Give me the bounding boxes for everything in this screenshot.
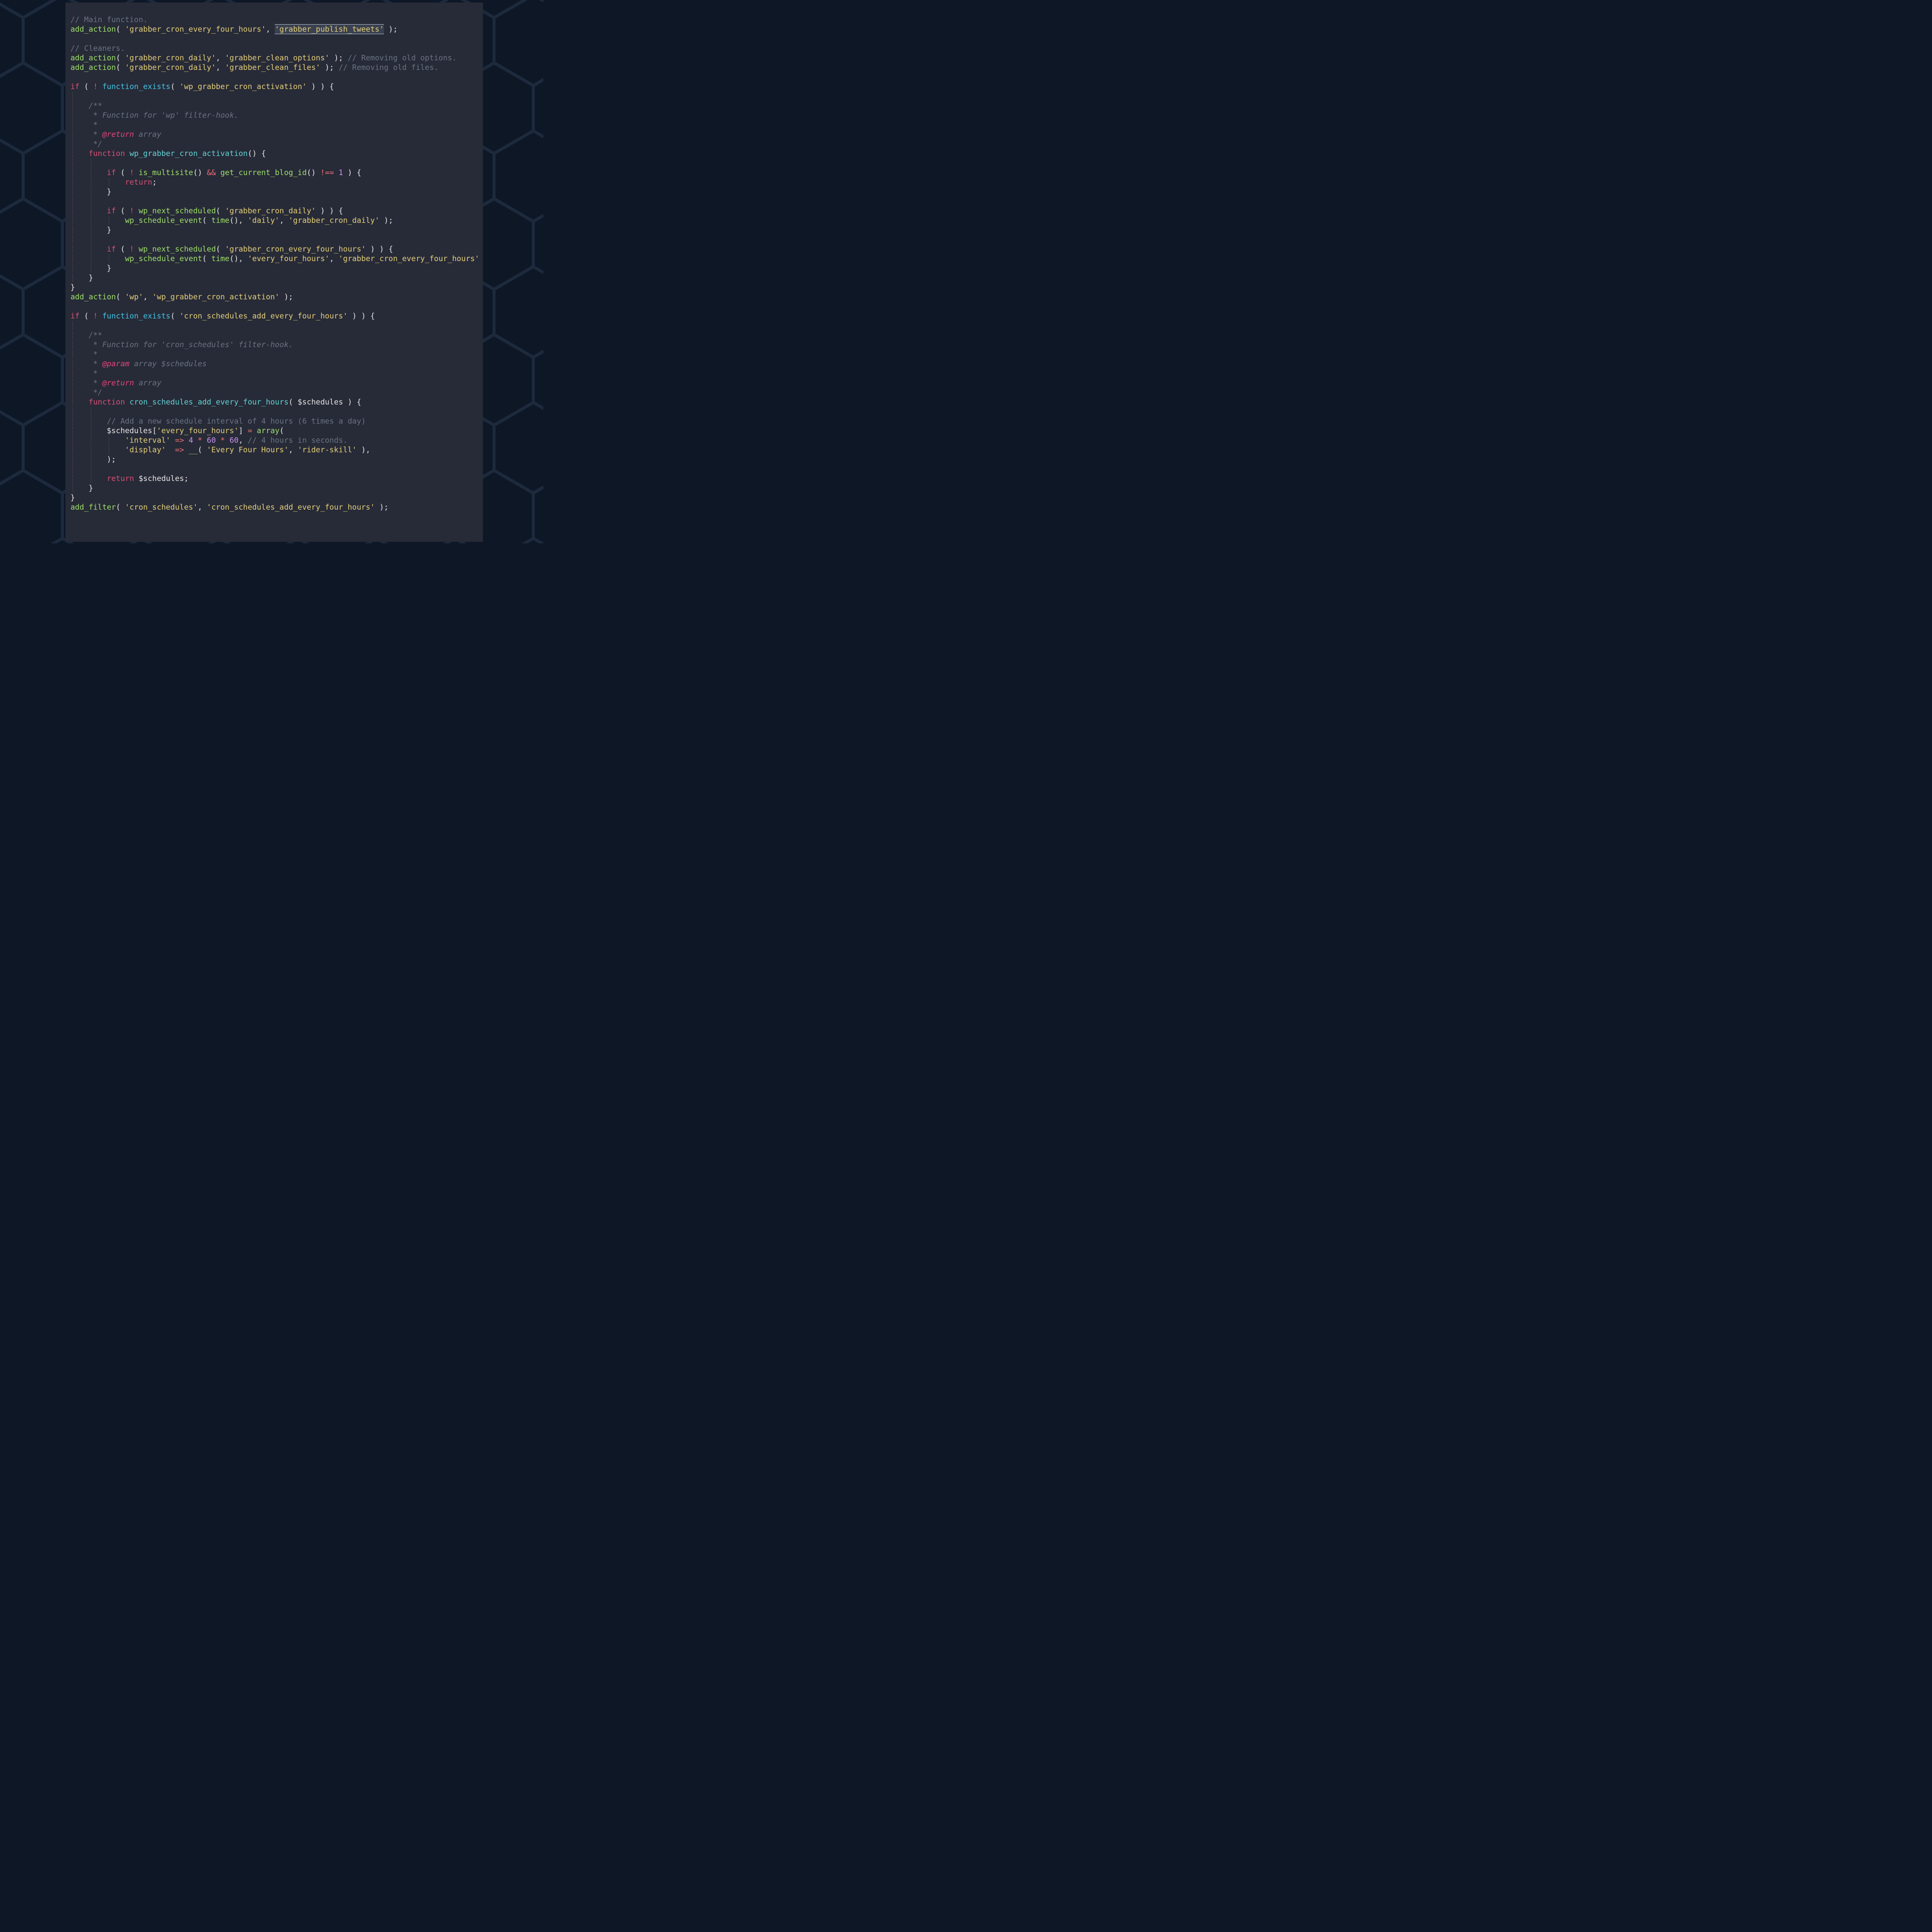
selected-text[interactable]: 'grabber_publish_tweets' (275, 25, 384, 34)
doc-tag: @return (102, 130, 134, 139)
docblock: /** (89, 101, 102, 110)
comment: // Cleaners. (70, 44, 125, 53)
string: 'grabber_cron_every_four_hours' (125, 25, 266, 34)
builtin: function_exists (102, 82, 170, 91)
code-editor[interactable]: // Main function. add_action( 'grabber_c… (65, 3, 483, 542)
comment: // Main function. (70, 15, 148, 24)
code-content: // Main function. add_action( 'grabber_c… (70, 6, 483, 512)
paren: ( (116, 25, 120, 34)
fn-call: add_action (70, 25, 116, 34)
keyword-if: if (70, 82, 79, 91)
keyword-return: return (125, 178, 152, 187)
keyword-function: function (89, 149, 125, 158)
fn-def: wp_grabber_cron_activation (129, 149, 248, 158)
